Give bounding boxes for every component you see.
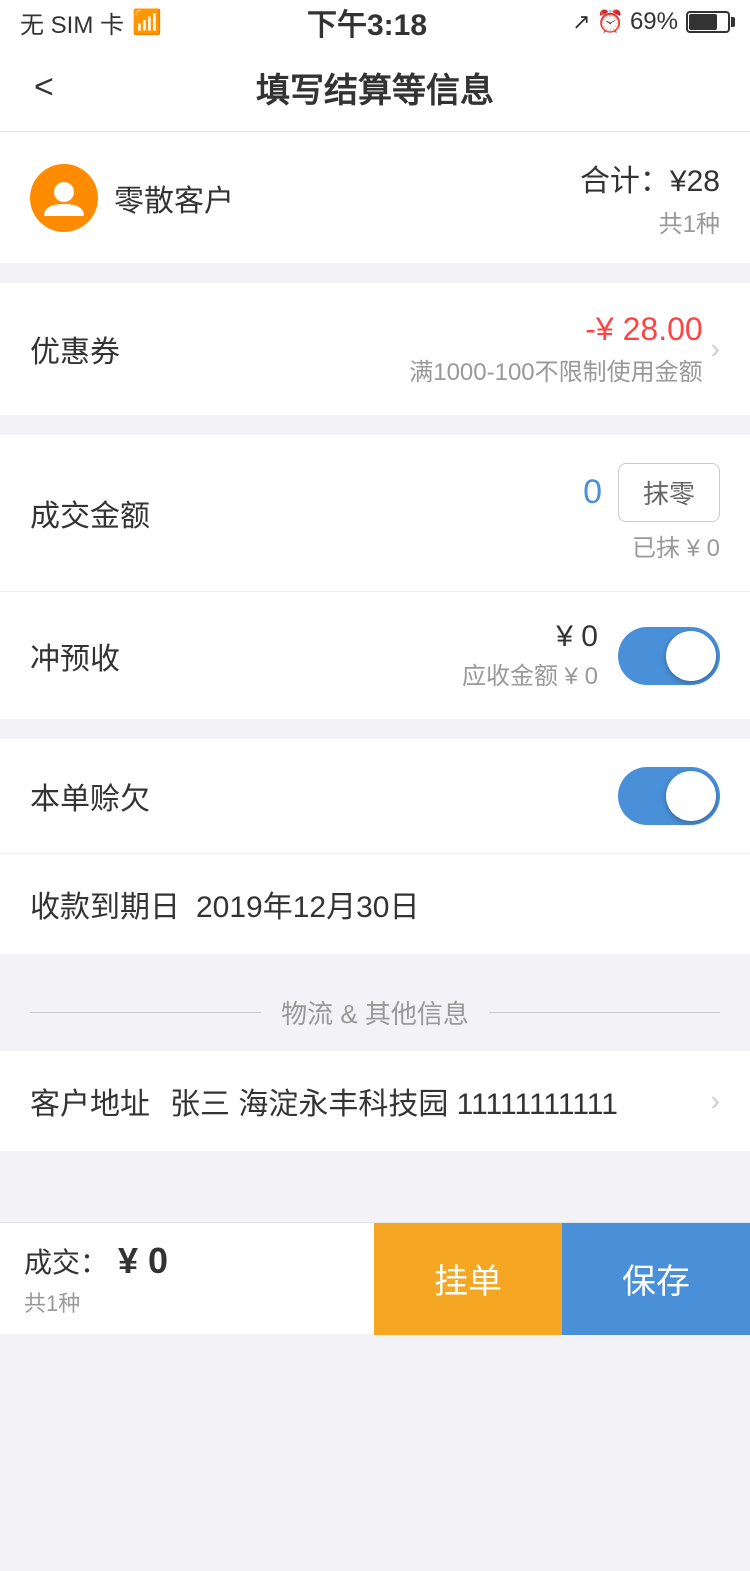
transaction-right: 抹零 已抹 ¥ 0: [159, 463, 720, 563]
toggle-knob: [666, 631, 716, 681]
transaction-label: 成交金额: [30, 491, 150, 535]
section-gap-4: [0, 954, 750, 974]
alarm-icon: ⏰: [597, 9, 624, 35]
location-icon: ↗: [572, 9, 590, 35]
transaction-sub: 已抹 ¥ 0: [632, 528, 720, 563]
prereceive-label: 冲预收: [30, 634, 120, 678]
coupon-label: 优惠券: [30, 327, 120, 371]
carrier-text: 无 SIM 卡: [20, 5, 124, 40]
battery-percent: 69%: [630, 8, 678, 36]
round-off-button[interactable]: 抹零: [618, 463, 720, 522]
section-gap-3: [0, 719, 750, 739]
bottom-deal: 成交： ¥ 0: [24, 1240, 350, 1282]
header-line-left: [30, 1012, 261, 1013]
chevron-right-icon: ›: [711, 333, 720, 365]
prereceive-amounts: ¥ 0 应收金额 ¥ 0: [462, 620, 598, 691]
bottom-bar: 成交： ¥ 0 共1种 挂单 保存: [0, 1222, 750, 1334]
status-right: ↗ ⏰ 69%: [572, 8, 730, 36]
bottom-info: 成交： ¥ 0 共1种: [0, 1240, 374, 1318]
transaction-section: 成交金额 抹零 已抹 ¥ 0 冲预收 ¥ 0 应收金额 ¥ 0: [0, 435, 750, 719]
coupon-row[interactable]: 优惠券 -¥ 28.00 满1000-100不限制使用金额 ›: [0, 283, 750, 415]
logistics-header: 物流 & 其他信息: [0, 974, 750, 1051]
back-button[interactable]: <: [24, 58, 64, 117]
coupon-amount: -¥ 28.00: [409, 311, 702, 348]
transaction-row: 成交金额 抹零 已抹 ¥ 0: [0, 435, 750, 592]
debt-toggle-knob: [666, 771, 716, 821]
customer-name: 零散客户: [114, 176, 234, 220]
bottom-count: 共1种: [24, 1286, 350, 1318]
prereceive-toggle[interactable]: [618, 627, 720, 685]
amount-row-top: 抹零: [159, 463, 720, 522]
debt-row: 本单赊欠: [0, 739, 750, 853]
customer-right: 合计：¥28 共1种: [580, 156, 720, 239]
debt-section: 本单赊欠 收款到期日 2019年12月30日: [0, 739, 750, 954]
logistics-label: 物流 & 其他信息: [281, 994, 469, 1031]
duedate-value: 2019年12月30日: [196, 882, 419, 926]
page-title: 填写结算等信息: [256, 63, 494, 112]
battery-icon: [686, 11, 730, 33]
prereceive-sub: 应收金额 ¥ 0: [462, 656, 598, 691]
hold-button[interactable]: 挂单: [374, 1223, 562, 1335]
nav-bar: < 填写结算等信息: [0, 44, 750, 132]
user-icon: [42, 176, 86, 220]
prereceive-amount: ¥ 0: [556, 620, 598, 654]
coupon-right: -¥ 28.00 满1000-100不限制使用金额: [409, 311, 702, 387]
total-count: 共1种: [580, 204, 720, 239]
prereceive-right: ¥ 0 应收金额 ¥ 0: [462, 620, 720, 691]
address-label: 客户地址: [30, 1079, 150, 1123]
bottom-deal-label: 成交：: [24, 1241, 108, 1281]
total-amount: 合计：¥28: [580, 156, 720, 200]
coupon-desc: 满1000-100不限制使用金额: [409, 352, 702, 387]
debt-label: 本单赊欠: [30, 774, 150, 818]
customer-left: 零散客户: [30, 164, 234, 232]
content: 零散客户 合计：¥28 共1种 优惠券 -¥ 28.00 满1000-100不限…: [0, 132, 750, 1571]
prereceive-row: 冲预收 ¥ 0 应收金额 ¥ 0: [0, 592, 750, 719]
save-button[interactable]: 保存: [562, 1223, 750, 1335]
status-bar: 无 SIM 卡 📶 下午3:18 ↗ ⏰ 69%: [0, 0, 750, 44]
bottom-deal-amount: ¥ 0: [118, 1240, 168, 1282]
address-value: 张三 海淀永丰科技园 11111111111: [170, 1079, 703, 1123]
coupon-section: 优惠券 -¥ 28.00 满1000-100不限制使用金额 ›: [0, 283, 750, 415]
status-time: 下午3:18: [307, 0, 427, 44]
customer-section: 零散客户 合计：¥28 共1种: [0, 132, 750, 263]
address-chevron-icon: ›: [711, 1085, 720, 1117]
transaction-input[interactable]: [159, 473, 602, 512]
section-gap-2: [0, 415, 750, 435]
duedate-label: 收款到期日: [30, 882, 180, 926]
wifi-icon: 📶: [132, 8, 162, 37]
duedate-row: 收款到期日 2019年12月30日: [0, 853, 750, 954]
customer-avatar: [30, 164, 98, 232]
address-row[interactable]: 客户地址 张三 海淀永丰科技园 11111111111 ›: [0, 1051, 750, 1151]
status-left: 无 SIM 卡 📶: [20, 5, 162, 40]
header-line-right: [489, 1012, 720, 1013]
section-gap-1: [0, 263, 750, 283]
debt-toggle[interactable]: [618, 767, 720, 825]
